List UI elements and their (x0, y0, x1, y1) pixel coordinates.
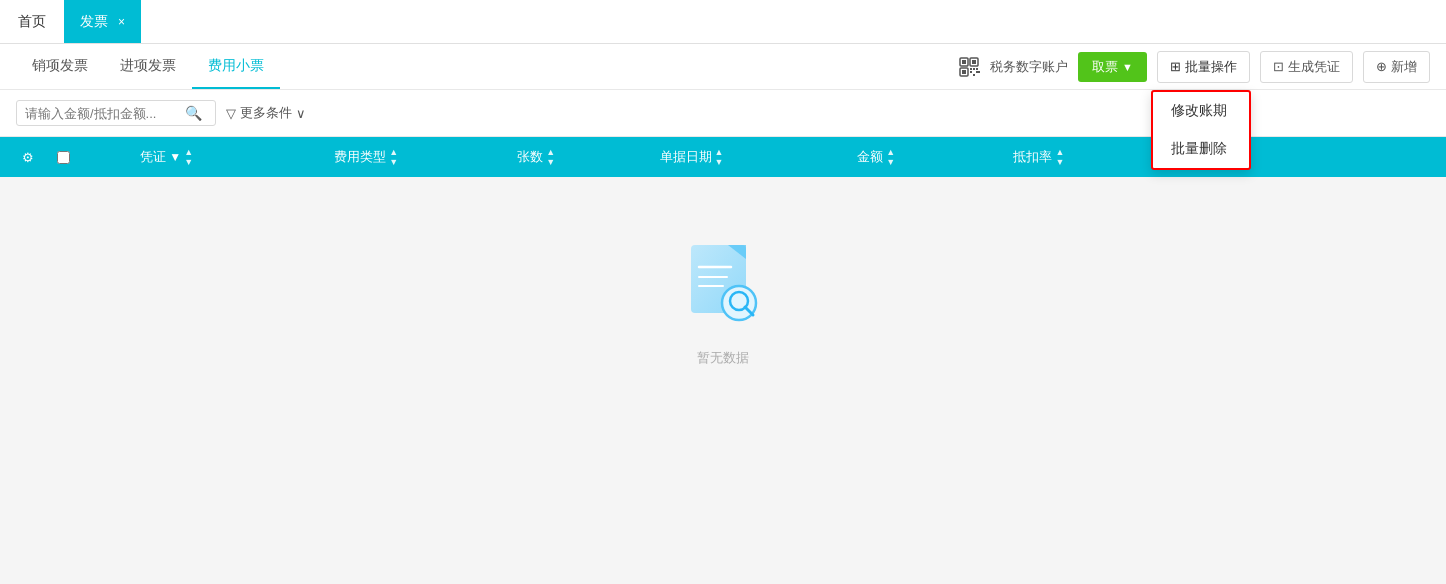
svg-rect-6 (970, 68, 972, 70)
empty-illustration (673, 237, 773, 337)
new-button[interactable]: ⊕ 新增 (1363, 51, 1430, 83)
svg-rect-11 (976, 71, 980, 73)
search-wrap: 🔍 (16, 100, 216, 126)
dropdown-item-modify-period[interactable]: 修改账期 (1153, 92, 1249, 130)
filter-icon: ▽ (226, 106, 236, 121)
tax-digital-account-label[interactable]: 税务数字账户 (990, 58, 1068, 76)
more-conditions-button[interactable]: ▽ 更多条件 ∨ (226, 104, 306, 122)
qr-icon (958, 56, 980, 78)
sub-nav-actions: 税务数字账户 取票 ▼ ⊞ 批量操作 ⊡ 生成凭证 ⊕ 新增 (958, 51, 1430, 83)
th-deduct-rate-label: 抵扣率 (1013, 148, 1052, 166)
th-checkbox[interactable] (48, 151, 78, 164)
qr-code-button[interactable] (958, 56, 980, 78)
tab-sales-invoice[interactable]: 销项发票 (16, 44, 104, 89)
batch-operation-dropdown: 修改账期 批量删除 (1151, 90, 1251, 170)
th-settings[interactable]: ⚙ (8, 150, 48, 165)
dropdown-item-batch-delete[interactable]: 批量删除 (1153, 130, 1249, 168)
th-expense-type[interactable]: 费用类型 ▲▼ (255, 148, 477, 167)
sub-nav-tabs: 销项发票 进项发票 费用小票 (16, 44, 280, 89)
svg-rect-8 (976, 68, 978, 70)
th-voucher-sort[interactable]: ▲▼ (184, 148, 193, 167)
th-amount-label: 金额 (857, 148, 883, 166)
th-voucher-label: 凭证 (140, 148, 166, 166)
gear-icon: ⚙ (22, 150, 34, 165)
voucher-icon: ⊡ (1273, 59, 1284, 74)
home-tab[interactable]: 首页 (0, 0, 64, 43)
th-count-sort[interactable]: ▲▼ (546, 148, 555, 167)
th-count-label: 张数 (517, 148, 543, 166)
tab-purchase-invoice[interactable]: 进项发票 (104, 44, 192, 89)
invoice-tab[interactable]: 发票 × (64, 0, 141, 43)
batch-operation-button[interactable]: ⊞ 批量操作 (1157, 51, 1250, 83)
th-count[interactable]: 张数 ▲▼ (477, 148, 595, 167)
select-all-checkbox[interactable] (57, 151, 70, 164)
search-input[interactable] (25, 106, 185, 121)
gen-voucher-button[interactable]: ⊡ 生成凭证 (1260, 51, 1353, 83)
svg-rect-10 (973, 74, 975, 76)
tab-expense-receipt[interactable]: 费用小票 (192, 44, 280, 89)
th-voucher-filter-icon: ▼ (169, 150, 181, 164)
th-date-sort[interactable]: ▲▼ (715, 148, 724, 167)
plus-icon: ⊕ (1376, 59, 1387, 74)
th-voucher[interactable]: 凭证 ▼ ▲▼ (78, 148, 255, 167)
th-date-label: 单据日期 (660, 148, 712, 166)
top-nav: 首页 发票 × (0, 0, 1446, 44)
sub-nav: 销项发票 进项发票 费用小票 (0, 44, 1446, 90)
chevron-down-icon: ▼ (1122, 61, 1133, 73)
more-conditions-chevron-icon: ∨ (296, 106, 306, 121)
svg-rect-3 (972, 60, 976, 64)
th-deduct-rate[interactable]: 抵扣率 ▲▼ (965, 148, 1113, 167)
th-deduct-rate-sort[interactable]: ▲▼ (1055, 148, 1064, 167)
take-ticket-button[interactable]: 取票 ▼ (1078, 52, 1147, 82)
svg-rect-5 (962, 70, 966, 74)
invoice-tab-close[interactable]: × (118, 15, 125, 29)
th-expense-sort[interactable]: ▲▼ (389, 148, 398, 167)
th-amount-sort[interactable]: ▲▼ (886, 148, 895, 167)
search-icon[interactable]: 🔍 (185, 105, 202, 121)
svg-rect-7 (973, 68, 975, 70)
empty-state: 暂无数据 (0, 177, 1446, 407)
invoice-tab-label: 发票 (80, 13, 108, 31)
svg-rect-1 (962, 60, 966, 64)
batch-icon: ⊞ (1170, 59, 1181, 74)
svg-rect-9 (970, 71, 972, 73)
th-amount[interactable]: 金额 ▲▼ (788, 148, 965, 167)
th-expense-label: 费用类型 (334, 148, 386, 166)
th-date[interactable]: 单据日期 ▲▼ (595, 148, 787, 167)
empty-state-text: 暂无数据 (697, 349, 749, 367)
